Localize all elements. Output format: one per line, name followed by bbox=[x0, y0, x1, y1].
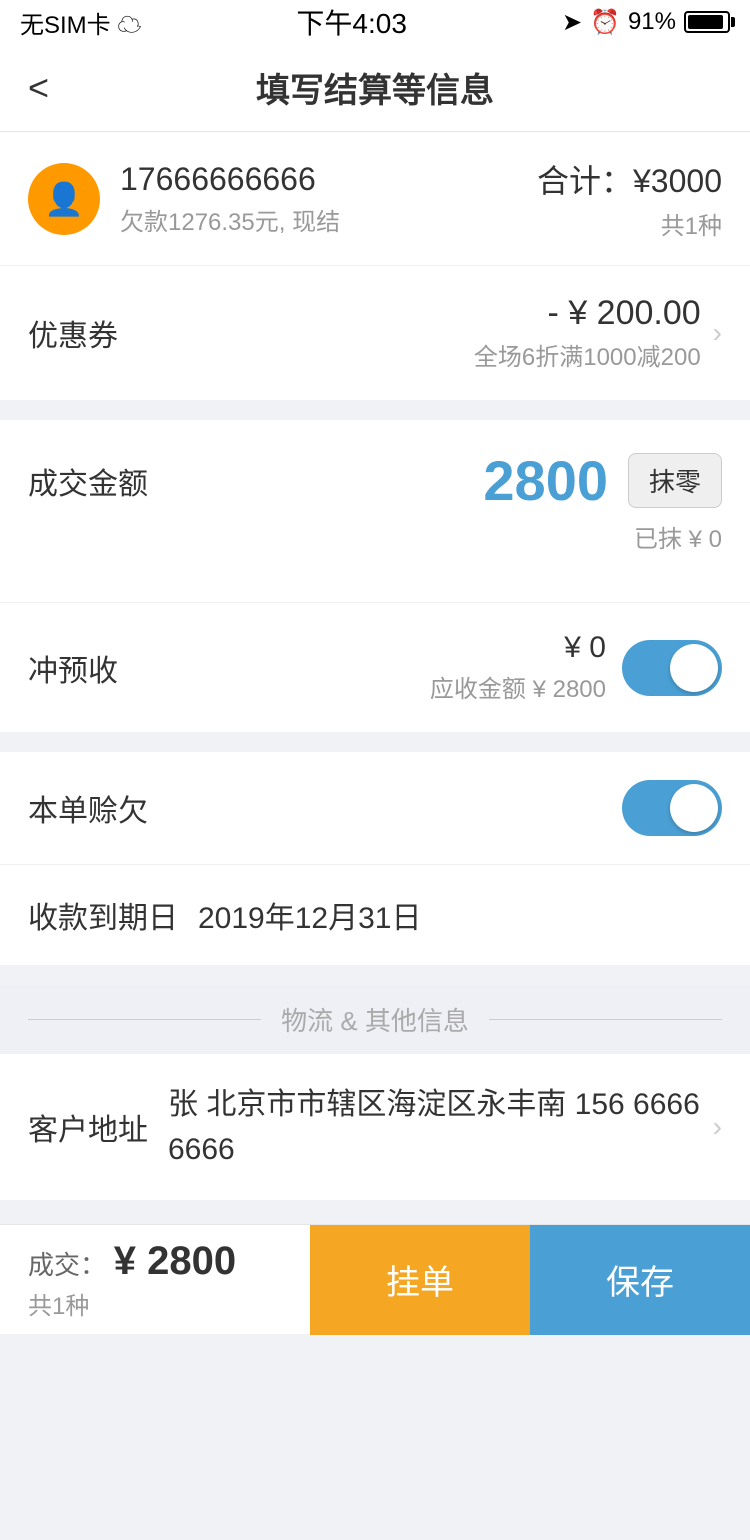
save-button[interactable]: 保存 bbox=[530, 1225, 750, 1335]
battery-fill bbox=[688, 15, 723, 29]
amount-label: 成交金额 bbox=[28, 459, 148, 503]
status-time: 下午4:03 bbox=[296, 2, 407, 42]
coupon-sub: 全场6折满1000减200 bbox=[474, 337, 701, 372]
amount-value: 2800 bbox=[483, 448, 608, 513]
eraser-button[interactable]: 抹零 bbox=[628, 453, 722, 508]
toggle-knob bbox=[670, 644, 718, 692]
address-value: 张 北京市市辖区海淀区永丰南 156 6666 6666 bbox=[168, 1082, 713, 1172]
page-title: 填写结算等信息 bbox=[256, 63, 494, 112]
chevron-right-icon: › bbox=[713, 317, 722, 349]
user-phone: 17666666666 bbox=[120, 161, 537, 198]
prereceive-label: 冲预收 bbox=[28, 646, 118, 690]
coupon-label: 优惠券 bbox=[28, 311, 118, 355]
coupon-row[interactable]: 优惠券 - ¥ 200.00 全场6折满1000减200 › bbox=[0, 265, 750, 400]
address-chevron-icon: › bbox=[713, 1111, 722, 1143]
status-bar: 无SIM卡 ☁ 下午4:03 ➤ ⏰ 91% bbox=[0, 0, 750, 44]
duedate-label: 收款到期日 bbox=[28, 893, 178, 937]
battery-percent: 91% bbox=[628, 8, 676, 36]
status-left: 无SIM卡 ☁ bbox=[20, 5, 141, 40]
address-section: 客户地址 张 北京市市辖区海淀区永丰南 156 6666 6666 › bbox=[0, 1054, 750, 1200]
prereceive-right: ¥ 0 应收金额 ¥ 2800 bbox=[430, 631, 722, 704]
debt-section: 本单赊欠 收款到期日 2019年12月31日 bbox=[0, 752, 750, 965]
user-total-amount: 合计：¥3000 bbox=[537, 156, 722, 202]
prereceive-toggle[interactable] bbox=[622, 640, 722, 696]
amount-row: 成交金额 2800 抹零 bbox=[28, 448, 722, 513]
bottom-summary: 成交： ¥ 2800 共1种 bbox=[0, 1239, 310, 1321]
deal-amount-section: 成交金额 2800 抹零 已抹 ¥ 0 冲预收 ¥ 0 应收金额 ¥ 2800 bbox=[0, 420, 750, 732]
address-label: 客户地址 bbox=[28, 1105, 148, 1149]
battery-icon bbox=[684, 11, 730, 33]
hold-button[interactable]: 挂单 bbox=[310, 1225, 530, 1335]
debt-label: 本单赊欠 bbox=[28, 786, 148, 830]
prereceive-sub: 应收金额 ¥ 2800 bbox=[430, 669, 606, 704]
user-info-section: 👤 17666666666 欠款1276.35元, 现结 合计：¥3000 共1… bbox=[0, 132, 750, 400]
avatar: 👤 bbox=[28, 163, 100, 235]
divider-line-left bbox=[28, 1019, 261, 1020]
logistics-divider-text: 物流 & 其他信息 bbox=[281, 1001, 469, 1038]
prereceive-row: 冲预收 ¥ 0 应收金额 ¥ 2800 bbox=[0, 602, 750, 732]
amount-row-container: 成交金额 2800 抹零 已抹 ¥ 0 bbox=[0, 420, 750, 582]
prereceive-value: ¥ 0 应收金额 ¥ 2800 bbox=[430, 631, 606, 704]
duedate-row: 收款到期日 2019年12月31日 bbox=[0, 864, 750, 965]
alarm-icon: ⏰ bbox=[590, 8, 620, 37]
coupon-right: - ¥ 200.00 全场6折满1000减200 › bbox=[474, 294, 722, 372]
user-total: 合计：¥3000 共1种 bbox=[537, 156, 722, 241]
status-right: ➤ ⏰ 91% bbox=[562, 8, 730, 37]
user-row: 👤 17666666666 欠款1276.35元, 现结 合计：¥3000 共1… bbox=[0, 132, 750, 265]
coupon-value: - ¥ 200.00 全场6折满1000减200 bbox=[474, 294, 701, 372]
debt-toggle-knob bbox=[670, 784, 718, 832]
user-total-count: 共1种 bbox=[537, 206, 722, 241]
back-button[interactable]: < bbox=[28, 67, 49, 109]
logistics-divider: 物流 & 其他信息 bbox=[0, 985, 750, 1054]
amount-value-group: 2800 抹零 bbox=[483, 448, 722, 513]
coupon-amount: - ¥ 200.00 bbox=[474, 294, 701, 333]
bottom-bar: 成交： ¥ 2800 共1种 挂单 保存 bbox=[0, 1224, 750, 1334]
amount-sub-text: 已抹 ¥ 0 bbox=[28, 519, 722, 554]
bottom-summary-amount: ¥ 2800 bbox=[114, 1239, 236, 1283]
prereceive-amount: ¥ 0 bbox=[430, 631, 606, 665]
bottom-summary-label-row: 成交： ¥ 2800 bbox=[28, 1239, 282, 1284]
location-icon: ➤ bbox=[562, 8, 582, 37]
debt-row: 本单赊欠 bbox=[0, 752, 750, 864]
sim-label: 无SIM卡 ☁ bbox=[20, 5, 141, 40]
duedate-value: 2019年12月31日 bbox=[198, 893, 421, 937]
address-row[interactable]: 客户地址 张 北京市市辖区海淀区永丰南 156 6666 6666 › bbox=[0, 1054, 750, 1200]
user-info: 17666666666 欠款1276.35元, 现结 bbox=[120, 161, 537, 237]
debt-toggle[interactable] bbox=[622, 780, 722, 836]
nav-bar: < 填写结算等信息 bbox=[0, 44, 750, 132]
bottom-summary-count: 共1种 bbox=[28, 1286, 282, 1321]
bottom-summary-label: 成交： bbox=[28, 1250, 106, 1280]
divider-line-right bbox=[489, 1019, 722, 1020]
user-sub-text: 欠款1276.35元, 现结 bbox=[120, 202, 537, 237]
